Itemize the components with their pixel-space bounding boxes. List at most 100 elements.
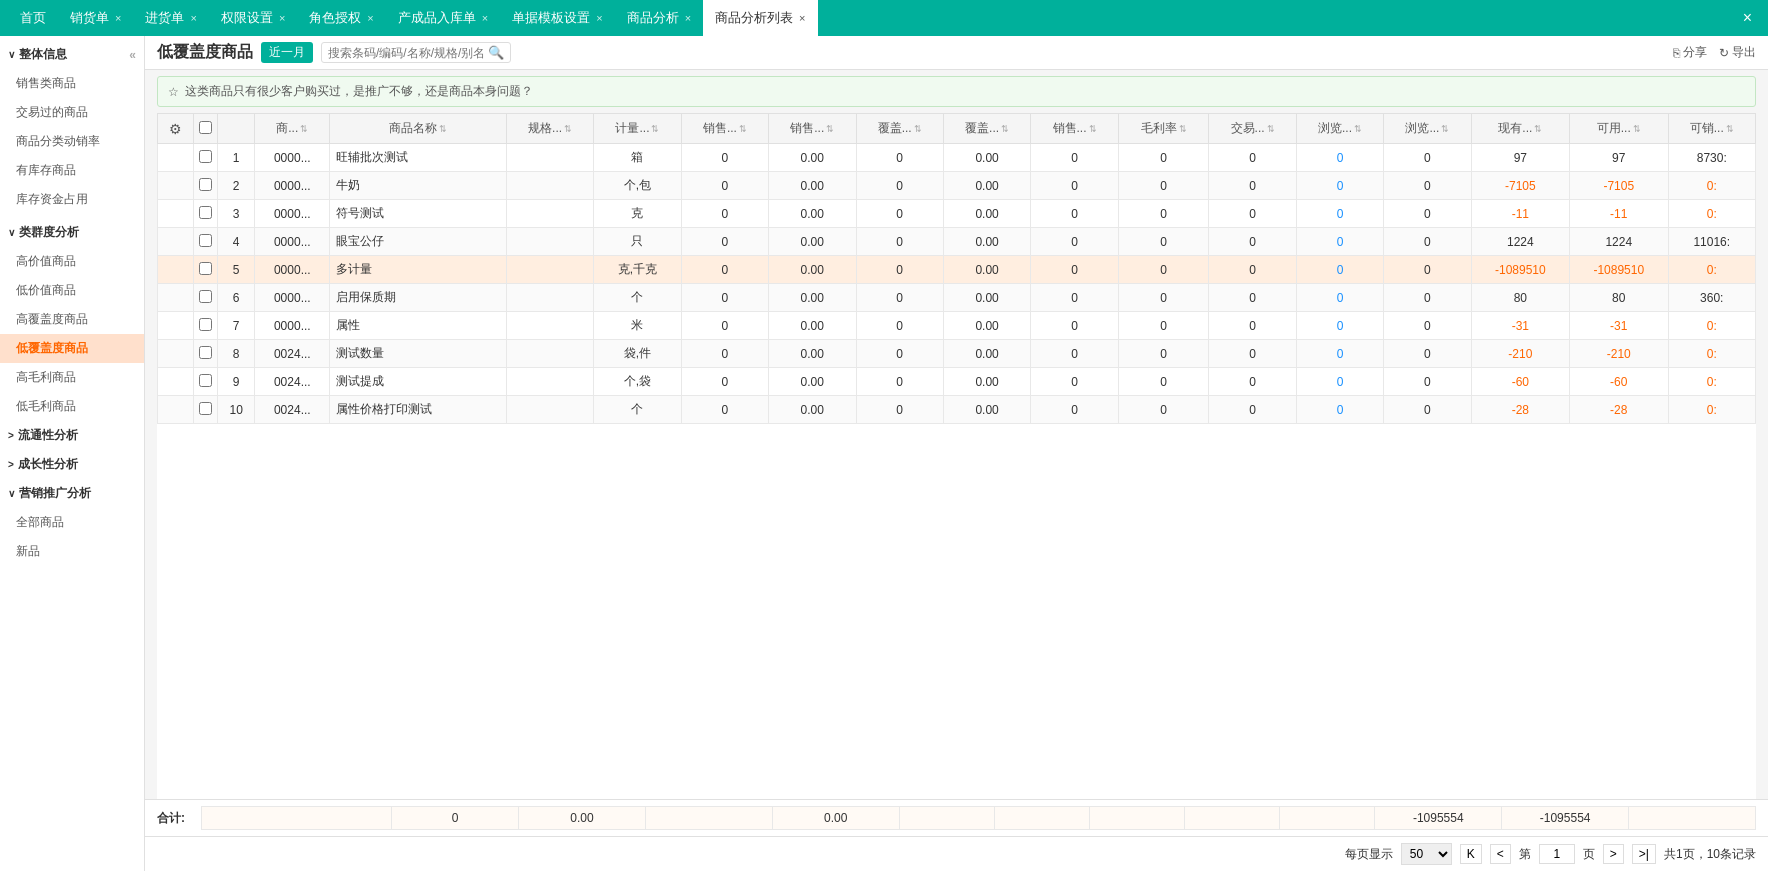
sidebar-item-stock-capital[interactable]: 库存资金占用	[0, 185, 144, 214]
row-checkbox[interactable]	[194, 340, 218, 368]
page-number-input[interactable]	[1539, 844, 1575, 864]
sidebar-item-high-margin[interactable]: 高毛利商品	[0, 363, 144, 392]
sidebar-item-low-coverage[interactable]: 低覆盖度商品	[0, 334, 144, 363]
sidebar-section-cluster[interactable]: ∨ 类群度分析	[0, 218, 144, 247]
sidebar-item-high-value[interactable]: 高价值商品	[0, 247, 144, 276]
col-current-stock[interactable]: 现有...⇅	[1471, 114, 1569, 144]
row-browse1[interactable]: 0	[1296, 144, 1383, 172]
nav-template-settings[interactable]: 单据模板设置 ×	[500, 0, 614, 36]
nav-close-purchase[interactable]: ×	[190, 12, 196, 24]
nav-close-permissions[interactable]: ×	[279, 12, 285, 24]
col-name[interactable]: 商品名称⇅	[330, 114, 506, 144]
row-checkbox[interactable]	[194, 200, 218, 228]
row-num: 6	[218, 284, 255, 312]
row-browse1[interactable]: 0	[1296, 284, 1383, 312]
col-coverage2[interactable]: 覆盖...⇅	[943, 114, 1030, 144]
sidebar-item-new-goods[interactable]: 新品	[0, 537, 144, 566]
sidebar-item-sales-goods[interactable]: 销售类商品	[0, 69, 144, 98]
col-spec[interactable]: 规格...⇅	[506, 114, 593, 144]
row-spec	[506, 172, 593, 200]
sidebar-item-traded-goods[interactable]: 交易过的商品	[0, 98, 144, 127]
col-settings[interactable]: ⚙	[158, 114, 194, 144]
date-filter-button[interactable]: 近一月	[261, 42, 313, 63]
row-browse1[interactable]: 0	[1296, 396, 1383, 424]
col-browse1[interactable]: 浏览...⇅	[1296, 114, 1383, 144]
row-spec	[506, 200, 593, 228]
col-sales-qty[interactable]: 销售...⇅	[681, 114, 768, 144]
nav-close-product[interactable]: ×	[482, 12, 488, 24]
col-coverage1[interactable]: 覆盖...⇅	[856, 114, 943, 144]
row-browse1[interactable]: 0	[1296, 228, 1383, 256]
col-trade[interactable]: 交易...⇅	[1209, 114, 1296, 144]
row-coverage1: 0	[856, 312, 943, 340]
arrow-icon-4: >	[8, 459, 14, 470]
nav-home[interactable]: 首页	[8, 0, 58, 36]
sidebar-section-overall[interactable]: ∨ 整体信息 «	[0, 40, 144, 69]
sidebar-section-marketing[interactable]: ∨ 营销推广分析	[0, 479, 144, 508]
row-checkbox[interactable]	[194, 256, 218, 284]
col-sales-amt[interactable]: 销售...⇅	[769, 114, 856, 144]
row-sales-amt: 0.00	[769, 368, 856, 396]
next-page-button[interactable]: >	[1603, 844, 1624, 864]
row-browse1[interactable]: 0	[1296, 200, 1383, 228]
sidebar-item-category-rate[interactable]: 商品分类动销率	[0, 127, 144, 156]
share-button[interactable]: ⎘ 分享	[1673, 44, 1707, 61]
row-spec	[506, 228, 593, 256]
sidebar-item-high-coverage[interactable]: 高覆盖度商品	[0, 305, 144, 334]
col-unit[interactable]: 计量...⇅	[594, 114, 681, 144]
col-available[interactable]: 可用...⇅	[1570, 114, 1668, 144]
window-close-button[interactable]: ×	[1735, 9, 1760, 27]
nav-product-analysis[interactable]: 商品分析 ×	[615, 0, 703, 36]
nav-close-role[interactable]: ×	[367, 12, 373, 24]
sidebar-item-all-goods[interactable]: 全部商品	[0, 508, 144, 537]
col-checkbox[interactable]	[194, 114, 218, 144]
nav-close-sales-order[interactable]: ×	[115, 12, 121, 24]
row-checkbox[interactable]	[194, 144, 218, 172]
nav-purchase-order[interactable]: 进货单 ×	[133, 0, 208, 36]
row-browse2: 0	[1384, 144, 1471, 172]
col-sales2[interactable]: 销售...⇅	[1031, 114, 1118, 144]
nav-analysis-list[interactable]: 商品分析列表 ×	[703, 0, 817, 36]
row-browse1[interactable]: 0	[1296, 368, 1383, 396]
nav-product-storage[interactable]: 产成品入库单 ×	[386, 0, 500, 36]
nav-close-analysis[interactable]: ×	[685, 12, 691, 24]
sidebar-item-low-value[interactable]: 低价值商品	[0, 276, 144, 305]
select-all-checkbox[interactable]	[199, 121, 212, 134]
nav-sales-order[interactable]: 销货单 ×	[58, 0, 133, 36]
row-current-stock: -1089510	[1471, 256, 1569, 284]
nav-close-template[interactable]: ×	[596, 12, 602, 24]
row-sales2: 0	[1031, 312, 1118, 340]
last-page-button[interactable]: >|	[1632, 844, 1656, 864]
collapse-sidebar-icon[interactable]: «	[129, 48, 136, 62]
sidebar-item-stocked-goods[interactable]: 有库存商品	[0, 156, 144, 185]
row-saleable: 0:	[1668, 312, 1755, 340]
nav-permissions[interactable]: 权限设置 ×	[209, 0, 297, 36]
sidebar-section-growth[interactable]: > 成长性分析	[0, 450, 144, 479]
row-saleable: 0:	[1668, 200, 1755, 228]
nav-close-analysis-list[interactable]: ×	[799, 12, 805, 24]
per-page-select[interactable]: 50 20 100	[1401, 843, 1452, 865]
sidebar-item-low-margin[interactable]: 低毛利商品	[0, 392, 144, 421]
col-saleable[interactable]: 可销...⇅	[1668, 114, 1755, 144]
col-gross-margin[interactable]: 毛利率⇅	[1118, 114, 1209, 144]
row-browse1[interactable]: 0	[1296, 172, 1383, 200]
row-checkbox[interactable]	[194, 312, 218, 340]
col-browse2[interactable]: 浏览...⇅	[1384, 114, 1471, 144]
row-checkbox[interactable]	[194, 172, 218, 200]
row-checkbox[interactable]	[194, 284, 218, 312]
export-button[interactable]: ↻ 导出	[1719, 44, 1756, 61]
row-browse1[interactable]: 0	[1296, 312, 1383, 340]
nav-role-auth[interactable]: 角色授权 ×	[297, 0, 385, 36]
prev-page-button[interactable]: <	[1490, 844, 1511, 864]
sidebar-section-circulation[interactable]: > 流通性分析	[0, 421, 144, 450]
row-checkbox[interactable]	[194, 396, 218, 424]
row-browse1[interactable]: 0	[1296, 340, 1383, 368]
col-code[interactable]: 商...⇅	[255, 114, 330, 144]
search-input[interactable]	[328, 46, 488, 60]
row-checkbox[interactable]	[194, 368, 218, 396]
first-page-button[interactable]: K	[1460, 844, 1482, 864]
row-checkbox[interactable]	[194, 228, 218, 256]
row-browse1[interactable]: 0	[1296, 256, 1383, 284]
row-saleable: 360:	[1668, 284, 1755, 312]
row-current-stock: -7105	[1471, 172, 1569, 200]
